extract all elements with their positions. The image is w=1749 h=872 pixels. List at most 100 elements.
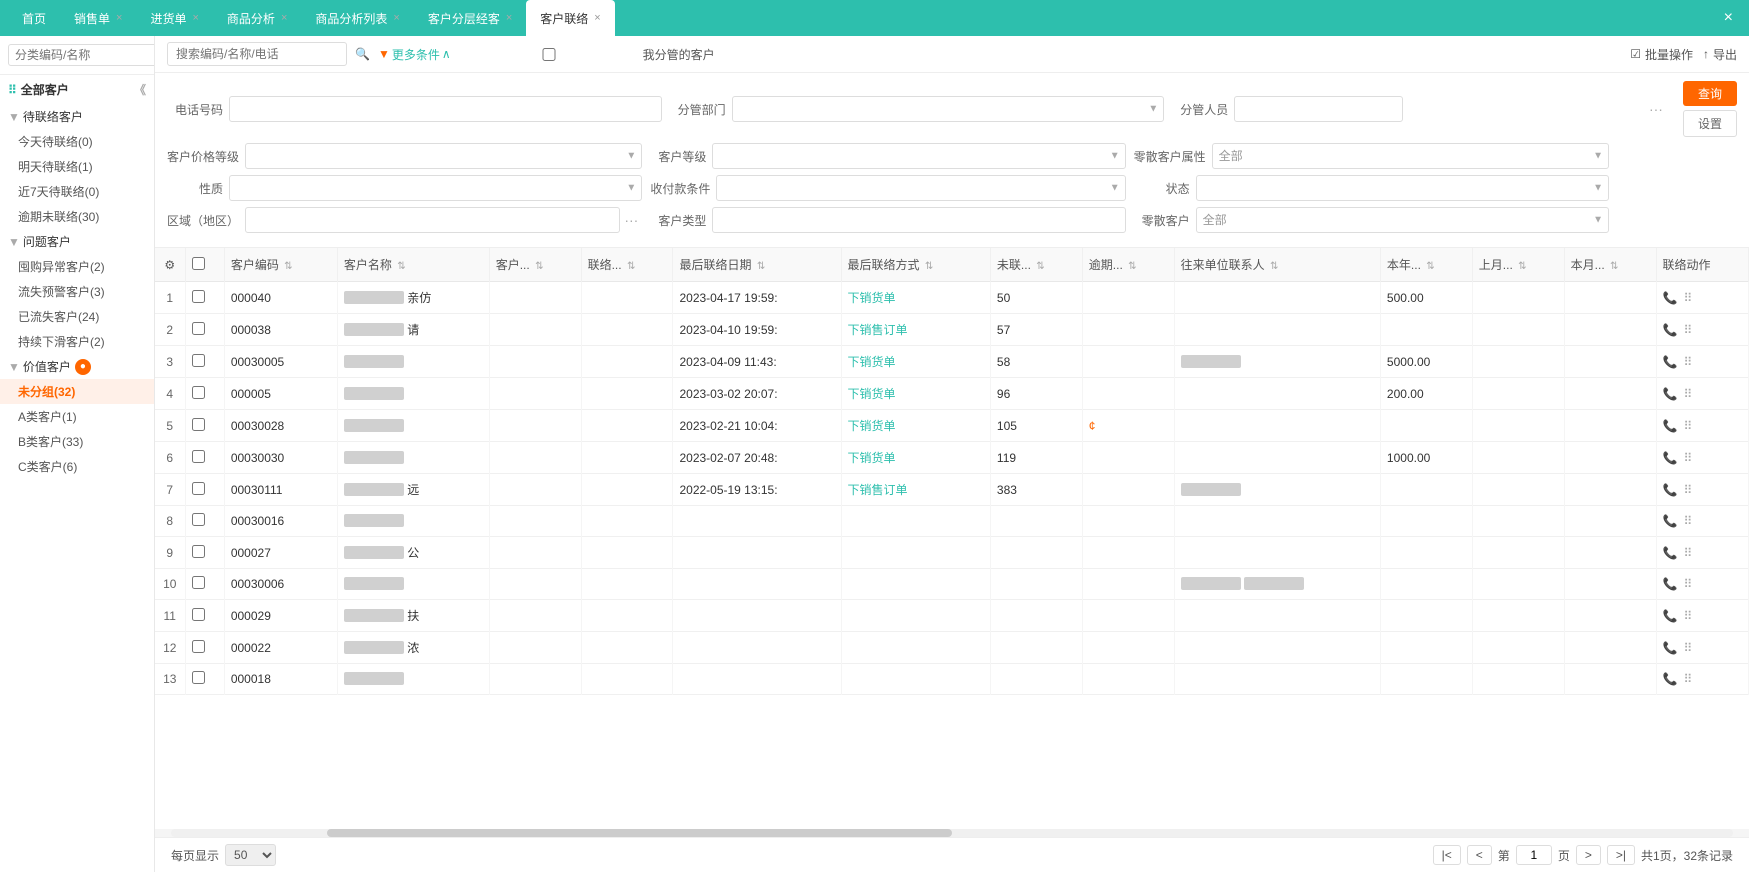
sort-nocontact-icon[interactable]: ⇅ xyxy=(1036,261,1044,272)
cell-last-contact-method[interactable]: 下销售订单 xyxy=(841,314,990,346)
sidebar-group-pending[interactable]: ▼ 待联络客户 xyxy=(0,104,154,129)
phone-action-icon[interactable]: 📞 xyxy=(1663,546,1678,560)
phone-action-icon[interactable]: 📞 xyxy=(1663,609,1678,623)
sidebar-item-abnormal[interactable]: 囤购异常客户(2) xyxy=(0,254,154,279)
sidebar-item-7days-pending[interactable]: 近7天待联络(0) xyxy=(0,179,154,204)
cell-checkbox[interactable] xyxy=(185,474,224,506)
phone-action-icon[interactable]: 📞 xyxy=(1663,291,1678,305)
more-action-icon[interactable]: ⠿ xyxy=(1684,291,1693,305)
sidebar-all-customers[interactable]: ⠿ 全部客户 《 xyxy=(0,75,154,104)
price-level-select[interactable] xyxy=(245,143,642,169)
sidebar-group-problem[interactable]: ▼ 问题客户 xyxy=(0,229,154,254)
phone-action-icon[interactable]: 📞 xyxy=(1663,577,1678,591)
contact-method-link[interactable]: 下销货单 xyxy=(848,419,896,433)
sparse-attr-select[interactable]: 全部 xyxy=(1212,143,1609,169)
cell-last-contact-method[interactable]: 下销货单 xyxy=(841,282,990,314)
close-sales-tab[interactable]: × xyxy=(116,12,122,24)
sort-month-icon[interactable]: ⇅ xyxy=(1610,261,1618,272)
more-action-icon[interactable]: ⠿ xyxy=(1684,514,1693,528)
batch-ops-button[interactable]: ☑ 批量操作 xyxy=(1630,46,1693,63)
person-dots-button[interactable]: ··· xyxy=(1645,101,1667,117)
contact-method-link[interactable]: 下销货单 xyxy=(848,355,896,369)
sort-code-icon[interactable]: ⇅ xyxy=(284,261,292,272)
cell-checkbox[interactable] xyxy=(185,569,224,600)
row-checkbox[interactable] xyxy=(192,322,205,335)
th-checkbox[interactable] xyxy=(185,248,224,282)
cell-checkbox[interactable] xyxy=(185,410,224,442)
cell-last-contact-method[interactable]: 下销货单 xyxy=(841,378,990,410)
tab-product-analysis[interactable]: 商品分析 × xyxy=(213,0,301,36)
more-action-icon[interactable]: ⠿ xyxy=(1684,546,1693,560)
customer-type-input[interactable] xyxy=(712,207,1125,233)
close-customer-segment-tab[interactable]: × xyxy=(506,12,512,24)
more-action-icon[interactable]: ⠿ xyxy=(1684,323,1693,337)
sidebar-item-tomorrow-pending[interactable]: 明天待联络(1) xyxy=(0,154,154,179)
phone-action-icon[interactable]: 📞 xyxy=(1663,483,1678,497)
more-action-icon[interactable]: ⠿ xyxy=(1684,387,1693,401)
row-checkbox[interactable] xyxy=(192,608,205,621)
row-checkbox[interactable] xyxy=(192,450,205,463)
sort-partner-icon[interactable]: ⇅ xyxy=(1270,261,1278,272)
page-size-select[interactable]: 50 100 200 xyxy=(225,844,276,866)
tab-purchase[interactable]: 进货单 × xyxy=(136,0,212,36)
my-customers-checkbox[interactable] xyxy=(459,48,639,61)
cell-last-contact-method[interactable] xyxy=(841,537,990,569)
more-action-icon[interactable]: ⠿ xyxy=(1684,641,1693,655)
status-select[interactable] xyxy=(1196,175,1609,201)
contact-method-link[interactable]: 下销货单 xyxy=(848,451,896,465)
horizontal-scrollbar[interactable] xyxy=(171,829,1733,837)
row-checkbox[interactable] xyxy=(192,576,205,589)
cell-last-contact-method[interactable] xyxy=(841,506,990,537)
close-product-analysis-list-tab[interactable]: × xyxy=(393,12,399,24)
dept-select[interactable] xyxy=(732,96,1165,122)
cell-checkbox[interactable] xyxy=(185,346,224,378)
sidebar-item-a-class[interactable]: A类客户(1) xyxy=(0,404,154,429)
sort-year-icon[interactable]: ⇅ xyxy=(1426,261,1434,272)
sidebar-item-ungroup[interactable]: 未分组(32) xyxy=(0,379,154,404)
row-checkbox[interactable] xyxy=(192,671,205,684)
cell-checkbox[interactable] xyxy=(185,506,224,537)
phone-action-icon[interactable]: 📞 xyxy=(1663,387,1678,401)
cell-last-contact-method[interactable]: 下销售订单 xyxy=(841,474,990,506)
sidebar-item-b-class[interactable]: B类客户(33) xyxy=(0,429,154,454)
sidebar-item-churned[interactable]: 已流失客户(24) xyxy=(0,304,154,329)
cell-last-contact-method[interactable] xyxy=(841,632,990,664)
more-action-icon[interactable]: ⠿ xyxy=(1684,577,1693,591)
cell-last-contact-method[interactable] xyxy=(841,569,990,600)
sidebar-search-input[interactable] xyxy=(8,44,155,66)
tab-sales[interactable]: 销售单 × xyxy=(60,0,136,36)
sort-method-icon[interactable]: ⇅ xyxy=(925,261,933,272)
contact-method-link[interactable]: 下销售订单 xyxy=(848,483,908,497)
sort-lastmonth-icon[interactable]: ⇅ xyxy=(1518,261,1526,272)
region-input[interactable] xyxy=(245,207,620,233)
cell-last-contact-method[interactable]: 下销货单 xyxy=(841,346,990,378)
sort-overdue-icon[interactable]: ⇅ xyxy=(1128,261,1136,272)
phone-input[interactable] xyxy=(229,96,662,122)
cell-last-contact-method[interactable] xyxy=(841,664,990,695)
sidebar-item-today-pending[interactable]: 今天待联络(0) xyxy=(0,129,154,154)
more-action-icon[interactable]: ⠿ xyxy=(1684,451,1693,465)
select-all-checkbox[interactable] xyxy=(192,257,205,270)
tab-product-analysis-list[interactable]: 商品分析列表 × xyxy=(301,0,413,36)
customer-level-select[interactable] xyxy=(712,143,1125,169)
more-action-icon[interactable]: ⠿ xyxy=(1684,609,1693,623)
next-page-button[interactable]: > xyxy=(1576,845,1601,865)
sidebar-item-c-class[interactable]: C类客户(6) xyxy=(0,454,154,479)
nature-select[interactable] xyxy=(229,175,642,201)
more-action-icon[interactable]: ⠿ xyxy=(1684,483,1693,497)
sidebar-item-churn-warning[interactable]: 流失预警客户(3) xyxy=(0,279,154,304)
search-bar-icon[interactable]: 🔍 xyxy=(355,47,370,61)
contact-method-link[interactable]: 下销货单 xyxy=(848,291,896,305)
region-dots-button[interactable]: ··· xyxy=(620,212,642,228)
cell-checkbox[interactable] xyxy=(185,632,224,664)
last-page-button[interactable]: >| xyxy=(1607,845,1635,865)
more-conditions-button[interactable]: ▼ 更多条件 ∧ xyxy=(378,46,451,63)
cell-checkbox[interactable] xyxy=(185,664,224,695)
cell-checkbox[interactable] xyxy=(185,378,224,410)
phone-action-icon[interactable]: 📞 xyxy=(1663,641,1678,655)
sort-contact-icon[interactable]: ⇅ xyxy=(627,261,635,272)
phone-action-icon[interactable]: 📞 xyxy=(1663,672,1678,686)
contact-method-link[interactable]: 下销货单 xyxy=(848,387,896,401)
cell-checkbox[interactable] xyxy=(185,600,224,632)
close-product-analysis-tab[interactable]: × xyxy=(281,12,287,24)
